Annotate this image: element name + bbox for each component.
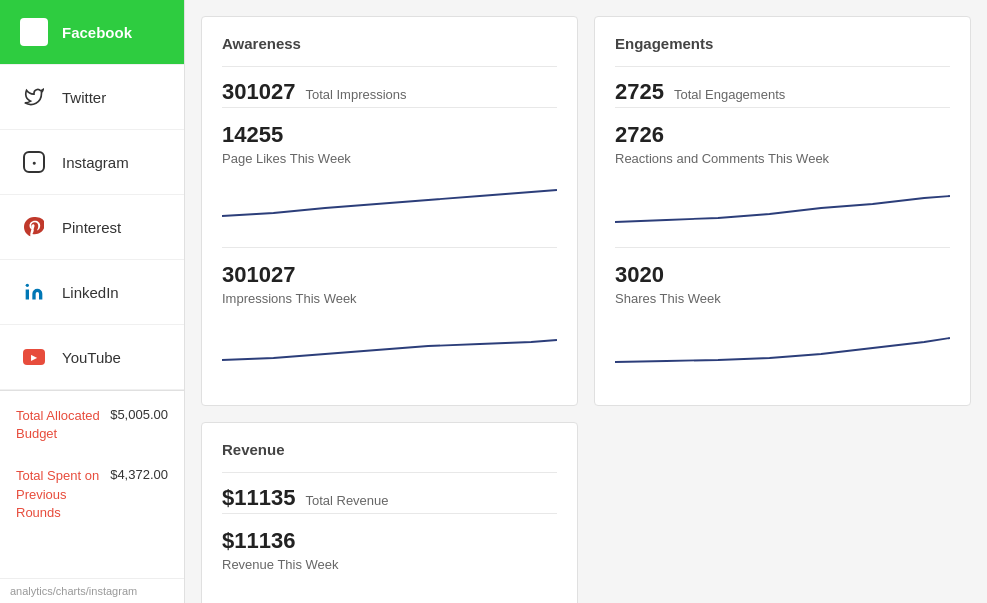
revenue-week-number: $11136	[222, 528, 295, 554]
revenue-week-section: $11136 Revenue This Week	[222, 528, 557, 574]
impressions-week-section: 301027 Impressions This Week	[222, 262, 557, 373]
linkedin-icon	[20, 278, 48, 306]
sidebar-item-label-pinterest: Pinterest	[62, 219, 121, 236]
shares-number: 3020	[615, 262, 664, 288]
sidebar-item-twitter[interactable]: Twitter	[0, 65, 184, 130]
sidebar-item-youtube[interactable]: YouTube	[0, 325, 184, 390]
page-likes-number: 14255	[222, 122, 283, 148]
bottom-cards-row: Revenue $11135 Total Revenue $11136 Reve…	[201, 422, 971, 603]
svg-point-0	[26, 284, 29, 287]
page-likes-label: Page Likes This Week	[222, 150, 557, 168]
total-impressions-number: 301027	[222, 79, 295, 105]
reactions-number: 2726	[615, 122, 664, 148]
twitter-icon	[20, 83, 48, 111]
sidebar-item-instagram[interactable]: Instagram	[0, 130, 184, 195]
impressions-week-number: 301027	[222, 262, 295, 288]
total-engagements-label: Total Engagements	[674, 87, 785, 102]
engagements-title: Engagements	[615, 35, 950, 52]
revenue-title: Revenue	[222, 441, 557, 458]
awareness-title: Awareness	[222, 35, 557, 52]
shares-label: Shares This Week	[615, 290, 950, 308]
total-revenue-block: $11135 Total Revenue	[222, 472, 557, 511]
total-allocated-row: Total Allocated Budget $5,005.00	[16, 407, 168, 443]
total-allocated-value: $5,005.00	[110, 407, 168, 422]
total-engagements-block: 2725 Total Engagements	[615, 66, 950, 105]
total-allocated-label: Total Allocated Budget	[16, 407, 110, 443]
reactions-chart	[615, 178, 950, 233]
total-revenue-label: Total Revenue	[305, 493, 388, 508]
budget-section: Total Allocated Budget $5,005.00 Total S…	[0, 390, 184, 578]
page-likes-section: 14255 Page Likes This Week	[222, 122, 557, 233]
top-cards-row: Awareness 301027 Total Impressions 14255…	[201, 16, 971, 406]
sidebar-item-label-linkedin: LinkedIn	[62, 284, 119, 301]
youtube-icon	[20, 343, 48, 371]
sidebar-item-linkedin[interactable]: LinkedIn	[0, 260, 184, 325]
sidebar-item-label-youtube: YouTube	[62, 349, 121, 366]
impressions-week-label: Impressions This Week	[222, 290, 557, 308]
sidebar-item-facebook[interactable]: Facebook	[0, 0, 184, 65]
impressions-week-chart	[222, 318, 557, 373]
facebook-icon	[20, 18, 48, 46]
revenue-card: Revenue $11135 Total Revenue $11136 Reve…	[201, 422, 578, 603]
shares-chart	[615, 318, 950, 373]
total-engagements-number: 2725	[615, 79, 664, 105]
sidebar-url: analytics/charts/instagram	[0, 578, 184, 603]
total-spent-row: Total Spent on Previous Rounds $4,372.00	[16, 467, 168, 522]
pinterest-icon	[20, 213, 48, 241]
total-impressions-label: Total Impressions	[305, 87, 406, 102]
reactions-label: Reactions and Comments This Week	[615, 150, 950, 168]
total-spent-label: Total Spent on Previous Rounds	[16, 467, 110, 522]
awareness-card: Awareness 301027 Total Impressions 14255…	[201, 16, 578, 406]
reactions-section: 2726 Reactions and Comments This Week	[615, 122, 950, 233]
sidebar-item-label-instagram: Instagram	[62, 154, 129, 171]
sidebar: Facebook Twitter Instagram Pinterest	[0, 0, 185, 603]
total-spent-value: $4,372.00	[110, 467, 168, 482]
main-content: Awareness 301027 Total Impressions 14255…	[185, 0, 987, 603]
total-revenue-number: $11135	[222, 485, 295, 511]
revenue-week-label: Revenue This Week	[222, 556, 557, 574]
shares-section: 3020 Shares This Week	[615, 262, 950, 373]
sidebar-item-label-facebook: Facebook	[62, 24, 132, 41]
engagements-card: Engagements 2725 Total Engagements 2726 …	[594, 16, 971, 406]
sidebar-item-pinterest[interactable]: Pinterest	[0, 195, 184, 260]
total-impressions-block: 301027 Total Impressions	[222, 66, 557, 105]
sidebar-item-label-twitter: Twitter	[62, 89, 106, 106]
page-likes-chart	[222, 178, 557, 233]
instagram-icon	[20, 148, 48, 176]
